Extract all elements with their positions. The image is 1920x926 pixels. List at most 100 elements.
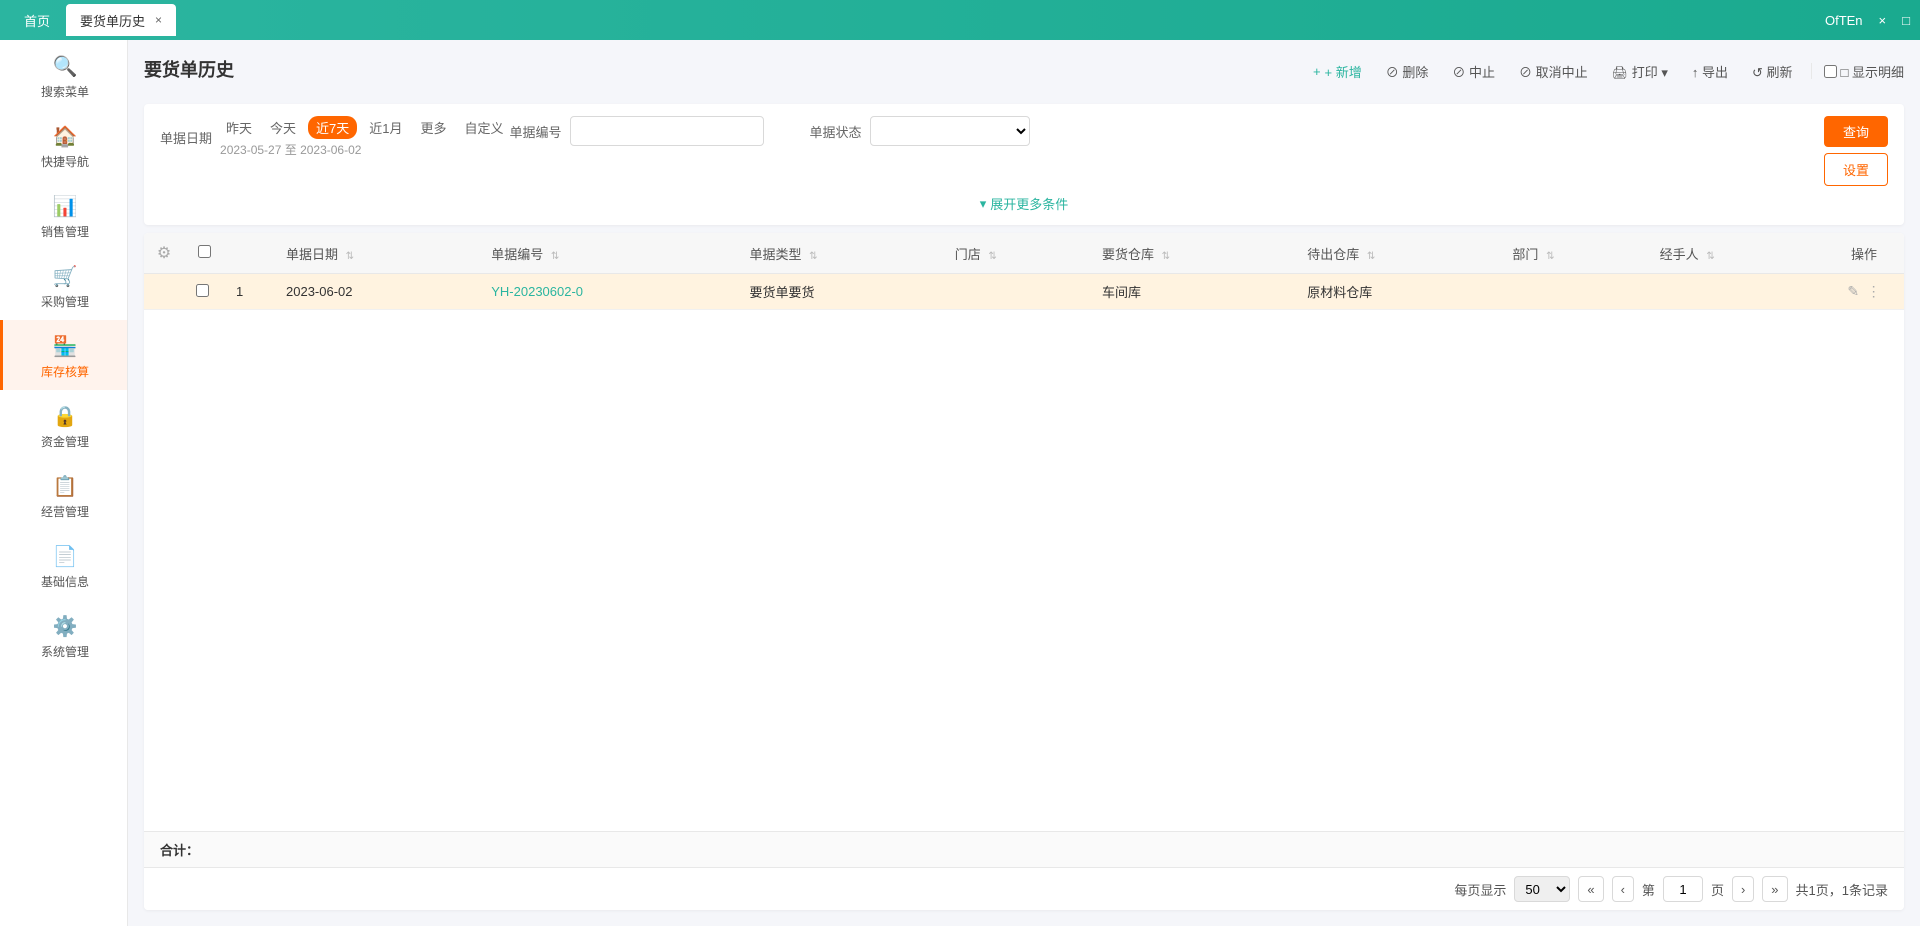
row-date: 2023-06-02	[286, 284, 353, 299]
page-unit-label: 页	[1711, 880, 1724, 899]
query-button[interactable]: 查询	[1824, 116, 1888, 147]
export-label: ↑ 导出	[1692, 62, 1728, 81]
th-req-warehouse-sort-icon[interactable]: ⇅	[1162, 251, 1170, 262]
td-date: 2023-06-02	[274, 274, 479, 310]
window-maximize-icon[interactable]: □	[1902, 13, 1910, 28]
pagination: 每页显示 50 10 20 100 « ‹ 第 页 › » 共1页，1条记录	[144, 867, 1904, 910]
date-shortcut-7days[interactable]: 近7天	[308, 116, 357, 139]
new-button[interactable]: + + 新增	[1307, 58, 1368, 85]
sidebar-item-operation-mgmt[interactable]: 📋 经营管理	[0, 460, 127, 530]
first-page-button[interactable]: «	[1578, 876, 1603, 902]
date-shortcut-1month[interactable]: 近1月	[363, 116, 408, 139]
table-row: 1 2023-06-02 YH-20230602-0 要货单要货	[144, 274, 1904, 310]
sidebar-item-purchase-mgmt[interactable]: 🛒 采购管理	[0, 250, 127, 320]
home-icon: 🏠	[53, 124, 78, 149]
sidebar-item-basic-info[interactable]: 📄 基础信息	[0, 530, 127, 600]
th-req-warehouse: 要货仓库 ⇅	[1090, 233, 1295, 274]
sidebar-item-system-mgmt[interactable]: ⚙️ 系统管理	[0, 600, 127, 670]
sidebar-label-basic-info: 基础信息	[41, 573, 89, 590]
sidebar-item-sales-mgmt[interactable]: 📊 销售管理	[0, 180, 127, 250]
row-bill-no-link[interactable]: YH-20230602-0	[491, 284, 583, 299]
stop-button[interactable]: ⊘ 中止	[1446, 58, 1501, 85]
th-dept-sort-icon[interactable]: ⇅	[1546, 251, 1554, 262]
th-handler-label: 经手人	[1660, 247, 1699, 262]
td-actions: ✎ ⋮	[1824, 274, 1904, 310]
top-bar-right: OfTEn × □	[1825, 13, 1910, 28]
last-page-button[interactable]: »	[1762, 876, 1787, 902]
show-detail-input[interactable]	[1824, 65, 1837, 78]
th-store-label: 门店	[955, 247, 981, 262]
window-close-icon[interactable]: ×	[1879, 13, 1887, 28]
th-date-label: 单据日期	[286, 247, 338, 262]
date-shortcut-today[interactable]: 今天	[264, 116, 302, 139]
th-pending-warehouse-sort-icon[interactable]: ⇅	[1367, 251, 1375, 262]
tab-home[interactable]: 首页	[10, 4, 64, 36]
th-date-sort-icon[interactable]: ⇅	[346, 251, 354, 262]
date-shortcuts-row: 昨天 今天 近7天 近1月 更多 自定义	[220, 116, 510, 139]
row-more-icon[interactable]: ⋮	[1867, 283, 1881, 299]
show-detail-label: □ 显示明细	[1841, 62, 1904, 81]
sidebar-label-purchase-mgmt: 采购管理	[41, 293, 89, 310]
table-header-row: ⚙ 单据日期 ⇅ 单据编号	[144, 233, 1904, 274]
page-title: 要货单历史	[144, 56, 234, 82]
th-store: 门店 ⇅	[943, 233, 1090, 274]
cancel-stop-button[interactable]: ⊘ 取消中止	[1513, 58, 1594, 85]
delete-button[interactable]: ⊘ 删除	[1380, 58, 1435, 85]
sidebar-item-inventory[interactable]: 🏪 库存核算	[0, 320, 127, 390]
date-col: 昨天 今天 近7天 近1月 更多 自定义 2023-05-27 至 2023-0…	[220, 116, 510, 158]
th-store-sort-icon[interactable]: ⇅	[988, 251, 996, 262]
date-shortcut-custom[interactable]: 自定义	[459, 116, 510, 139]
row-checkbox[interactable]	[196, 284, 209, 297]
page-input[interactable]	[1663, 876, 1703, 902]
th-bill-type-sort-icon[interactable]: ⇅	[809, 251, 817, 262]
bill-no-input[interactable]	[570, 116, 764, 146]
column-settings-icon[interactable]: ⚙	[157, 245, 171, 262]
setting-button[interactable]: 设置	[1824, 153, 1888, 186]
system-icon: ⚙️	[53, 614, 78, 639]
next-page-button[interactable]: ›	[1732, 876, 1754, 902]
sidebar-label-finance-mgmt: 资金管理	[41, 433, 89, 450]
table-footer: 合计：	[144, 831, 1904, 867]
sidebar-item-quick-nav[interactable]: 🏠 快捷导航	[0, 110, 127, 180]
td-handler	[1648, 274, 1824, 310]
main-layout: 🔍 搜索菜单 🏠 快捷导航 📊 销售管理 🛒 采购管理 🏪 库存核算 🔒 资金管…	[0, 40, 1920, 926]
status-filter-group: 单据状态	[810, 116, 1824, 146]
th-date: 单据日期 ⇅	[274, 233, 479, 274]
often-label: OfTEn	[1825, 13, 1863, 28]
status-select[interactable]	[870, 116, 1030, 146]
th-bill-no-sort-icon[interactable]: ⇅	[551, 251, 559, 262]
show-detail-checkbox[interactable]: □ 显示明细	[1824, 62, 1904, 81]
per-page-select[interactable]: 50 10 20 100	[1514, 876, 1570, 902]
th-bill-type: 单据类型 ⇅	[737, 233, 942, 274]
select-all-checkbox[interactable]	[198, 245, 211, 258]
print-button[interactable]: 🖨 打印 ▾	[1606, 58, 1674, 85]
sidebar-item-finance-mgmt[interactable]: 🔒 资金管理	[0, 390, 127, 460]
sidebar-item-search-menu[interactable]: 🔍 搜索菜单	[0, 40, 127, 110]
date-shortcut-yesterday[interactable]: 昨天	[220, 116, 258, 139]
th-bill-no-label: 单据编号	[491, 247, 543, 262]
new-label: + 新增	[1325, 62, 1362, 81]
bill-no-label: 单据编号	[510, 122, 562, 141]
prev-page-button[interactable]: ‹	[1612, 876, 1634, 902]
td-settings	[144, 274, 184, 310]
tab-requisition-history[interactable]: 要货单历史 ×	[66, 4, 176, 36]
td-dept	[1500, 274, 1647, 310]
th-dept: 部门 ⇅	[1500, 233, 1647, 274]
row-edit-icon[interactable]: ✎	[1847, 283, 1859, 299]
toolbar-separator	[1811, 63, 1812, 79]
date-shortcut-more[interactable]: 更多	[415, 116, 453, 139]
search-icon: 🔍	[53, 54, 78, 79]
status-label: 单据状态	[810, 122, 862, 141]
delete-label: ⊘ 删除	[1386, 62, 1429, 81]
refresh-button[interactable]: ↺ 刷新	[1746, 58, 1799, 85]
sidebar-label-inventory: 库存核算	[41, 363, 89, 380]
th-handler-sort-icon[interactable]: ⇅	[1706, 251, 1714, 262]
export-button[interactable]: ↑ 导出	[1686, 58, 1734, 85]
new-icon: +	[1313, 64, 1321, 79]
th-bill-type-label: 单据类型	[749, 247, 801, 262]
tab-close-icon[interactable]: ×	[155, 13, 162, 27]
tab-home-label: 首页	[24, 11, 50, 30]
sidebar-label-system-mgmt: 系统管理	[41, 643, 89, 660]
bill-no-filter-group: 单据编号	[510, 116, 810, 146]
expand-more-button[interactable]: ▾ 展开更多条件	[160, 194, 1888, 213]
